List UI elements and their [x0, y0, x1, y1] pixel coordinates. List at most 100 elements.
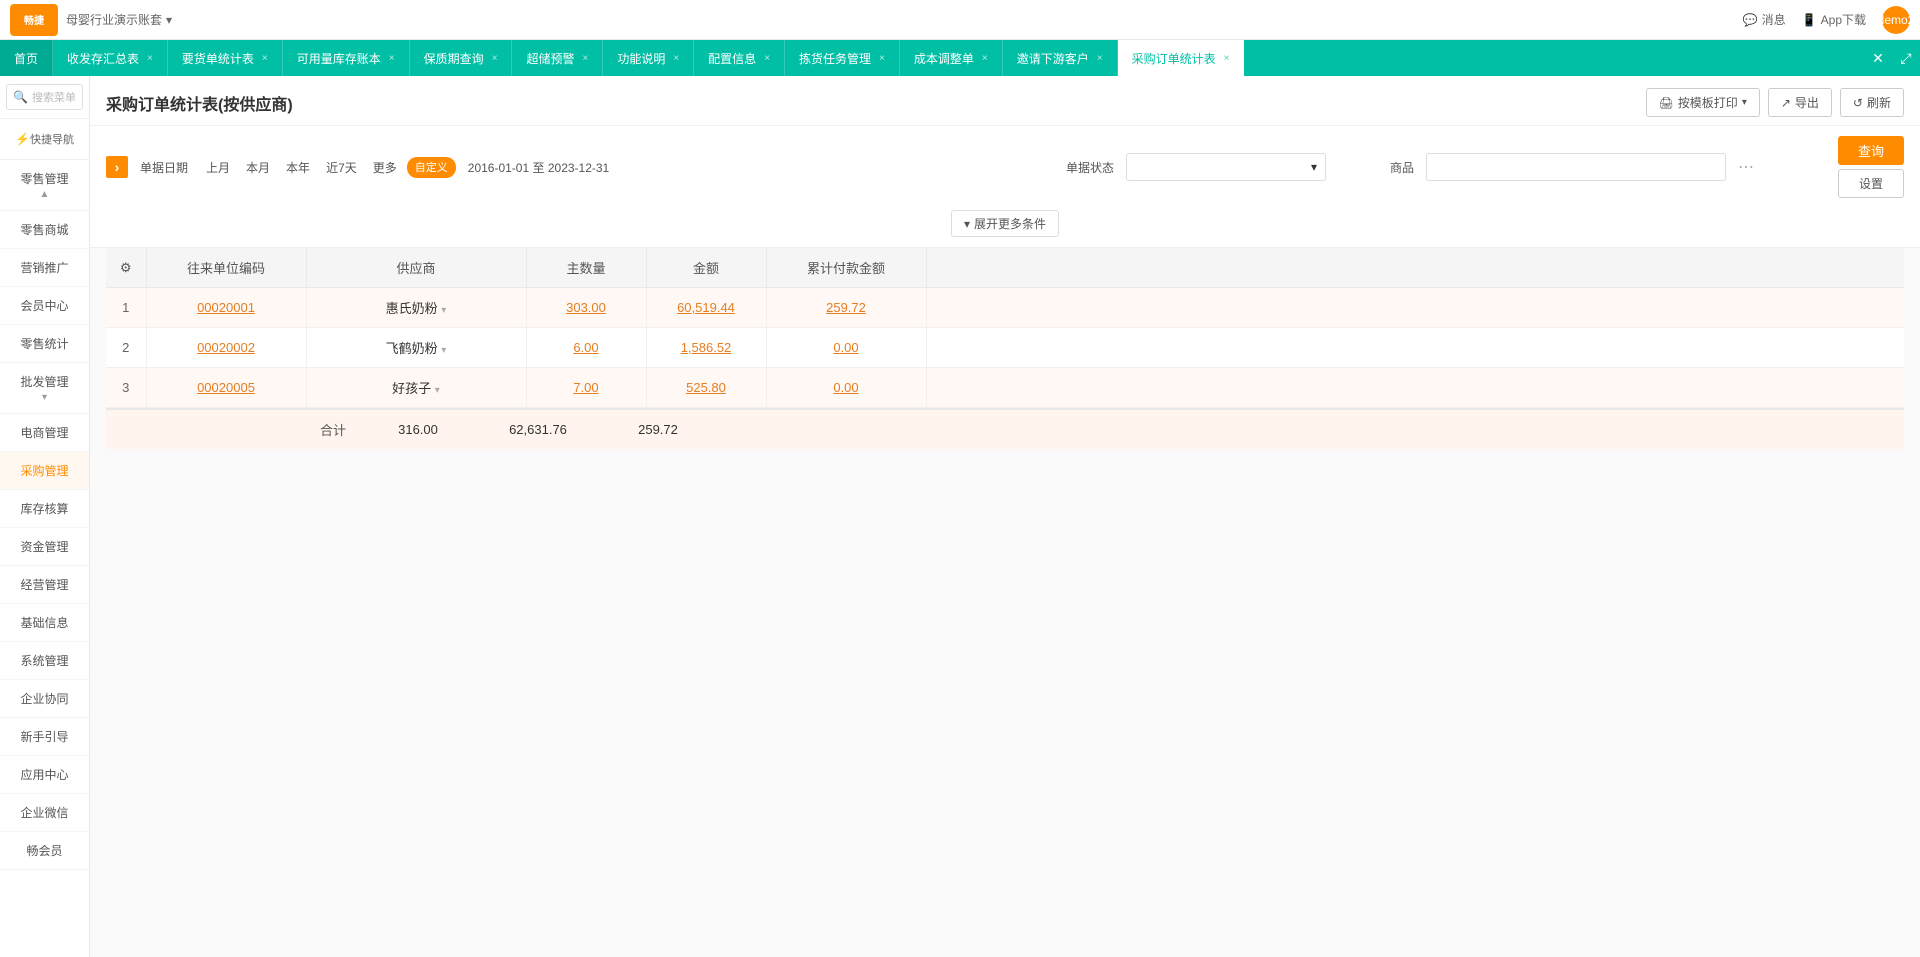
- sidebar-item-wechat[interactable]: 企业微信: [0, 794, 89, 832]
- message-link[interactable]: 💬 消息: [1743, 11, 1786, 28]
- chevron-down-icon: ▾: [441, 305, 446, 316]
- chevron-down-icon: ▾: [964, 217, 970, 231]
- tab-cost-adjust[interactable]: 成本调整单 ×: [900, 40, 1003, 76]
- sidebar-item-label: 应用中心: [20, 766, 68, 783]
- settings-icon[interactable]: ⚙: [120, 260, 132, 275]
- sidebar-item-system[interactable]: 系统管理: [0, 642, 89, 680]
- row-qty[interactable]: 303.00: [526, 288, 646, 328]
- row-supplier: 惠氏奶粉 ▾: [306, 288, 526, 328]
- row-code[interactable]: 00020005: [146, 368, 306, 408]
- tab-label: 功能说明: [617, 50, 665, 67]
- close-icon[interactable]: ×: [673, 53, 679, 64]
- content-area: 采购订单统计表(按供应商) 🖨 按模板打印 ▾ ↗ 导出 ↺ 刷新: [90, 76, 1920, 957]
- close-icon[interactable]: ×: [982, 53, 988, 64]
- refresh-button[interactable]: ↺ 刷新: [1840, 88, 1904, 117]
- sidebar-item-marketing[interactable]: 营销推广: [0, 249, 89, 287]
- date-btn-more[interactable]: 更多: [367, 157, 403, 178]
- sidebar-item-appcenter[interactable]: 应用中心: [0, 756, 89, 794]
- sidebar-item-retail[interactable]: 零售管理 ▲: [0, 160, 89, 211]
- sidebar-item-label: 营销推广: [20, 259, 68, 276]
- close-icon[interactable]: ×: [147, 53, 153, 64]
- row-paid[interactable]: 0.00: [766, 328, 926, 368]
- sidebar-item-operation[interactable]: 经营管理: [0, 566, 89, 604]
- tab-validity[interactable]: 保质期查询 ×: [410, 40, 513, 76]
- row-amount[interactable]: 1,586.52: [646, 328, 766, 368]
- more-options-icon[interactable]: ⋯: [1738, 157, 1754, 177]
- row-amount[interactable]: 525.80: [646, 368, 766, 408]
- status-select[interactable]: ▾: [1126, 153, 1326, 181]
- sidebar-item-newguide[interactable]: 新手引导: [0, 718, 89, 756]
- close-icon[interactable]: ×: [492, 53, 498, 64]
- tab-label: 邀请下游客户: [1017, 50, 1089, 67]
- row-amount[interactable]: 60,519.44: [646, 288, 766, 328]
- goods-input[interactable]: [1426, 153, 1726, 181]
- tab-order-summary[interactable]: 要货单统计表 ×: [168, 40, 283, 76]
- sidebar-item-enterprise[interactable]: 企业协同: [0, 680, 89, 718]
- row-num: 2: [106, 328, 146, 368]
- tab-receive[interactable]: 收发存汇总表 ×: [53, 40, 168, 76]
- row-num: 1: [106, 288, 146, 328]
- tab-overstock[interactable]: 超储预警 ×: [512, 40, 603, 76]
- close-icon[interactable]: ×: [879, 53, 885, 64]
- sidebar-item-label: 企业协同: [20, 690, 68, 707]
- print-button[interactable]: 🖨 按模板打印 ▾: [1646, 88, 1760, 117]
- chevron-down-icon: ▾: [166, 13, 172, 27]
- user-profile[interactable]: demo2: [1882, 6, 1910, 34]
- settings-button[interactable]: 设置: [1838, 169, 1904, 198]
- search-box[interactable]: 🔍 搜索菜单: [6, 84, 83, 110]
- tab-function[interactable]: 功能说明 ×: [603, 40, 694, 76]
- filter-row-1: › 单据日期 上月 本月 本年 近7天 更多 自定义 2016-01-01 至: [106, 136, 1904, 198]
- sidebar-item-stock[interactable]: 库存核算: [0, 490, 89, 528]
- date-custom-badge[interactable]: 自定义: [407, 157, 456, 178]
- tab-purchase-stat[interactable]: 采购订单统计表 ×: [1118, 40, 1245, 76]
- filter-toggle-button[interactable]: ›: [106, 156, 128, 178]
- message-icon: 💬: [1743, 13, 1758, 27]
- sidebar-item-member2[interactable]: 畅会员: [0, 832, 89, 870]
- date-btn-this-month[interactable]: 本月: [240, 157, 276, 178]
- row-qty[interactable]: 6.00: [526, 328, 646, 368]
- tab-inventory[interactable]: 可用量库存账本 ×: [283, 40, 410, 76]
- sidebar-item-retail-store[interactable]: 零售商城: [0, 211, 89, 249]
- footer-paid: 259.72: [598, 422, 718, 437]
- home-tab-label: 首页: [14, 50, 38, 67]
- search-button[interactable]: 查询: [1838, 136, 1904, 165]
- row-code[interactable]: 00020001: [146, 288, 306, 328]
- row-code[interactable]: 00020002: [146, 328, 306, 368]
- tab-config[interactable]: 配置信息 ×: [694, 40, 785, 76]
- sidebar-item-finance[interactable]: 资金管理: [0, 528, 89, 566]
- close-icon[interactable]: ×: [1097, 53, 1103, 64]
- page-header: 采购订单统计表(按供应商) 🖨 按模板打印 ▾ ↗ 导出 ↺ 刷新: [90, 76, 1920, 126]
- restore-icon[interactable]: ⤢: [1892, 40, 1920, 76]
- close-all-tabs-icon[interactable]: ✕: [1864, 40, 1892, 76]
- date-btn-last-month[interactable]: 上月: [200, 157, 236, 178]
- tab-home[interactable]: 首页: [0, 40, 53, 76]
- export-button[interactable]: ↗ 导出: [1768, 88, 1832, 117]
- close-icon[interactable]: ×: [1224, 53, 1230, 64]
- expand-more-button[interactable]: ▾ 展开更多条件: [951, 210, 1059, 237]
- filter-area: › 单据日期 上月 本月 本年 近7天 更多 自定义 2016-01-01 至: [90, 126, 1920, 248]
- tab-invite[interactable]: 邀请下游客户 ×: [1003, 40, 1118, 76]
- date-btn-7days[interactable]: 近7天: [320, 157, 363, 178]
- sidebar-item-retail-stat[interactable]: 零售统计: [0, 325, 89, 363]
- row-paid[interactable]: 0.00: [766, 368, 926, 408]
- tab-label: 要货单统计表: [182, 50, 254, 67]
- row-paid[interactable]: 259.72: [766, 288, 926, 328]
- tab-label: 采购订单统计表: [1132, 50, 1216, 67]
- app-download-link[interactable]: 📱 App下载: [1802, 11, 1866, 28]
- row-extra: [926, 368, 1904, 408]
- tab-pick-task[interactable]: 拣货任务管理 ×: [785, 40, 900, 76]
- sidebar-item-quicknav[interactable]: ⚡ 快捷导航: [0, 123, 89, 155]
- workspace-selector[interactable]: 母婴行业演示账套 ▾: [66, 11, 172, 28]
- expand-row: ▾ 展开更多条件: [106, 206, 1904, 237]
- sidebar-item-ecommerce[interactable]: 电商管理: [0, 414, 89, 452]
- close-icon[interactable]: ×: [582, 53, 588, 64]
- close-icon[interactable]: ×: [262, 53, 268, 64]
- sidebar-item-member[interactable]: 会员中心: [0, 287, 89, 325]
- date-btn-this-year[interactable]: 本年: [280, 157, 316, 178]
- sidebar-item-wholesale[interactable]: 批发管理 ▾: [0, 363, 89, 414]
- row-qty[interactable]: 7.00: [526, 368, 646, 408]
- sidebar-item-purchase[interactable]: 采购管理: [0, 452, 89, 490]
- close-icon[interactable]: ×: [764, 53, 770, 64]
- close-icon[interactable]: ×: [389, 53, 395, 64]
- sidebar-item-basic[interactable]: 基础信息: [0, 604, 89, 642]
